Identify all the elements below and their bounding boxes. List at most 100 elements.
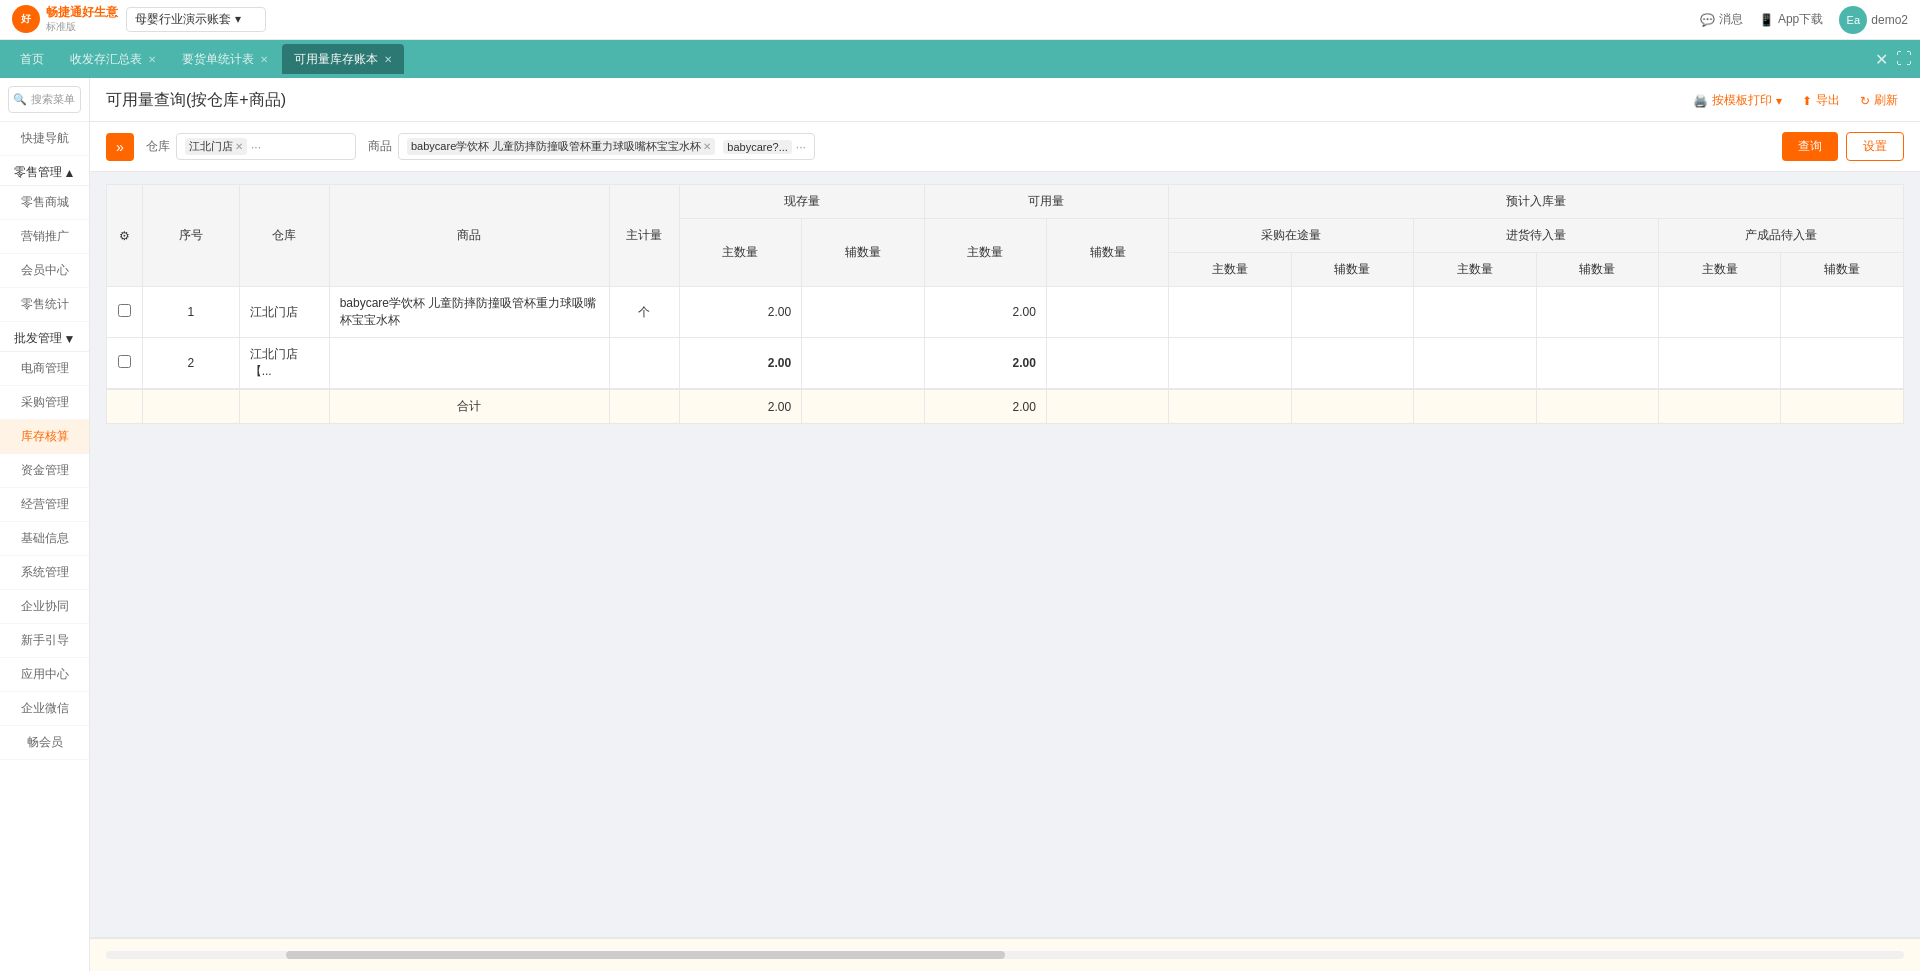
content-area: 可用量查询(按仓库+商品) 🖨️ 按模板打印 ▾ ⬆ 导出 ↻ 刷新	[90, 78, 1920, 971]
user-name: demo2	[1871, 13, 1908, 27]
export-label: 导出	[1816, 92, 1840, 109]
sidebar-item-operations-label: 经营管理	[21, 497, 69, 511]
tab-home[interactable]: 首页	[8, 44, 56, 74]
sidebar-item-retail-stats[interactable]: 零售统计	[0, 288, 89, 322]
warehouse-filter-input[interactable]: 江北门店 ✕ ···	[176, 133, 356, 160]
row2-prod-main	[1659, 338, 1781, 390]
row2-checkbox[interactable]	[107, 338, 143, 390]
row2-checkbox-input[interactable]	[118, 355, 131, 368]
product-filter-input[interactable]: babycare学饮杯 儿童防摔防撞吸管杯重力球吸嘴杯宝宝水杯 ✕ babyca…	[398, 133, 815, 160]
main-layout: 🔍 搜索菜单 快捷导航 零售管理 ▲ 零售商城 营销推广 会员中心 零售统计	[0, 78, 1920, 971]
sidebar-item-app-center-label: 应用中心	[21, 667, 69, 681]
th-settings[interactable]: ⚙	[107, 185, 143, 287]
avatar: Ea	[1839, 6, 1867, 34]
scrollbar-thumb	[286, 951, 1005, 959]
horizontal-scrollbar[interactable]	[106, 951, 1904, 959]
tab-available-stock-close[interactable]: ✕	[384, 54, 392, 65]
message-button[interactable]: 💬 消息	[1700, 11, 1743, 28]
tab-receipt-summary-close[interactable]: ✕	[148, 54, 156, 65]
warehouse-filter-tag: 江北门店 ✕	[185, 138, 247, 155]
sidebar-item-retail-shop[interactable]: 零售商城	[0, 186, 89, 220]
tab-close-all-icon[interactable]: ✕	[1875, 50, 1888, 69]
tab-receipt-summary[interactable]: 收发存汇总表 ✕	[58, 44, 168, 74]
top-bar: 好 畅捷通好生意 标准版 母婴行业演示账套 ▾ 💬 消息 📱 App下载 Ea …	[0, 0, 1920, 40]
row1-incoming-main	[1414, 287, 1536, 338]
row2-warehouse: 江北门店【...	[239, 338, 329, 390]
sidebar-group-wholesale[interactable]: 批发管理 ▼	[0, 322, 89, 352]
tab-available-stock-label: 可用量库存账本	[294, 51, 378, 68]
row2-product	[329, 338, 609, 390]
sidebar-item-member-center[interactable]: 会员中心	[0, 254, 89, 288]
export-button[interactable]: ⬆ 导出	[1796, 88, 1846, 113]
sidebar-item-basic-info-label: 基础信息	[21, 531, 69, 545]
sidebar-item-enterprise[interactable]: 企业协同	[0, 590, 89, 624]
th-warehouse: 仓库	[239, 185, 329, 287]
row1-seq: 1	[143, 287, 240, 338]
row1-pur-transit-aux	[1291, 287, 1413, 338]
th-production: 产成品待入量	[1659, 219, 1904, 253]
export-icon: ⬆	[1802, 94, 1812, 108]
app-download-button[interactable]: 📱 App下载	[1759, 11, 1823, 28]
industry-select[interactable]: 母婴行业演示账套 ▾	[126, 7, 266, 32]
product-tag1-close[interactable]: ✕	[703, 141, 711, 152]
app-download-label: App下载	[1778, 11, 1823, 28]
sidebar-item-member[interactable]: 畅会员	[0, 726, 89, 760]
sidebar-item-inventory[interactable]: 库存核算	[0, 420, 89, 454]
query-button[interactable]: 查询	[1782, 132, 1838, 161]
sidebar-item-new-guide[interactable]: 新手引导	[0, 624, 89, 658]
row1-checkbox[interactable]	[107, 287, 143, 338]
filter-toggle-button[interactable]: »	[106, 133, 134, 161]
tab-maximize-icon[interactable]: ⛶	[1896, 50, 1912, 69]
chevron-down-icon: ▼	[64, 332, 76, 346]
row1-pur-transit-main	[1169, 287, 1291, 338]
user-area[interactable]: Ea demo2	[1839, 6, 1908, 34]
row2-incoming-aux	[1536, 338, 1658, 390]
settings-button[interactable]: 设置	[1846, 132, 1904, 161]
sidebar-item-retail-shop-label: 零售商城	[21, 195, 69, 209]
total-empty1	[107, 389, 143, 424]
row2-unit	[609, 338, 679, 390]
warehouse-filter-more[interactable]: ···	[251, 140, 261, 154]
sidebar-item-system-label: 系统管理	[21, 565, 69, 579]
th-avail-main: 主数量	[924, 219, 1046, 287]
sidebar-item-marketing[interactable]: 营销推广	[0, 220, 89, 254]
th-pur-transit-main: 主数量	[1169, 253, 1291, 287]
sidebar-search-button[interactable]: 🔍 搜索菜单	[8, 86, 81, 113]
total-label: 合计	[329, 389, 609, 424]
sidebar-item-new-guide-label: 新手引导	[21, 633, 69, 647]
table-row: 2 江北门店【... 2.00 2.00	[107, 338, 1904, 390]
total-stock-aux	[802, 389, 924, 424]
app-icon: 📱	[1759, 13, 1774, 27]
tab-order-stats[interactable]: 要货单统计表 ✕	[170, 44, 280, 74]
sidebar-group-retail[interactable]: 零售管理 ▲	[0, 156, 89, 186]
total-empty2	[143, 389, 240, 424]
row1-checkbox-input[interactable]	[118, 304, 131, 317]
sidebar-item-ecommerce[interactable]: 电商管理	[0, 352, 89, 386]
sidebar-item-operations[interactable]: 经营管理	[0, 488, 89, 522]
tab-order-stats-close[interactable]: ✕	[260, 54, 268, 65]
tab-available-stock[interactable]: 可用量库存账本 ✕	[282, 44, 404, 74]
print-icon: 🖨️	[1693, 94, 1708, 108]
product-filter-tag2: babycare?...	[723, 140, 792, 154]
search-icon: 🔍	[13, 93, 27, 106]
sidebar-item-purchase[interactable]: 采购管理	[0, 386, 89, 420]
product-filter-more[interactable]: ···	[796, 140, 806, 154]
sidebar-item-basic-info[interactable]: 基础信息	[0, 522, 89, 556]
row2-avail-aux	[1046, 338, 1168, 390]
warehouse-tag-close[interactable]: ✕	[235, 141, 243, 152]
th-seq: 序号	[143, 185, 240, 287]
row1-warehouse: 江北门店	[239, 287, 329, 338]
product-filter-tag1: babycare学饮杯 儿童防摔防撞吸管杯重力球吸嘴杯宝宝水杯 ✕	[407, 138, 715, 155]
print-button[interactable]: 🖨️ 按模板打印 ▾	[1687, 88, 1788, 113]
sidebar-item-system[interactable]: 系统管理	[0, 556, 89, 590]
sidebar-group-retail-label: 零售管理	[14, 164, 62, 181]
sidebar-item-finance[interactable]: 资金管理	[0, 454, 89, 488]
row2-pur-transit-main	[1169, 338, 1291, 390]
tab-bar-right: ✕ ⛶	[1875, 50, 1912, 69]
sidebar-item-app-center[interactable]: 应用中心	[0, 658, 89, 692]
refresh-icon: ↻	[1860, 94, 1870, 108]
sidebar-item-enterprise-wx[interactable]: 企业微信	[0, 692, 89, 726]
refresh-button[interactable]: ↻ 刷新	[1854, 88, 1904, 113]
sidebar-item-quick-nav[interactable]: 快捷导航	[0, 122, 89, 156]
industry-label: 母婴行业演示账套	[135, 11, 231, 28]
